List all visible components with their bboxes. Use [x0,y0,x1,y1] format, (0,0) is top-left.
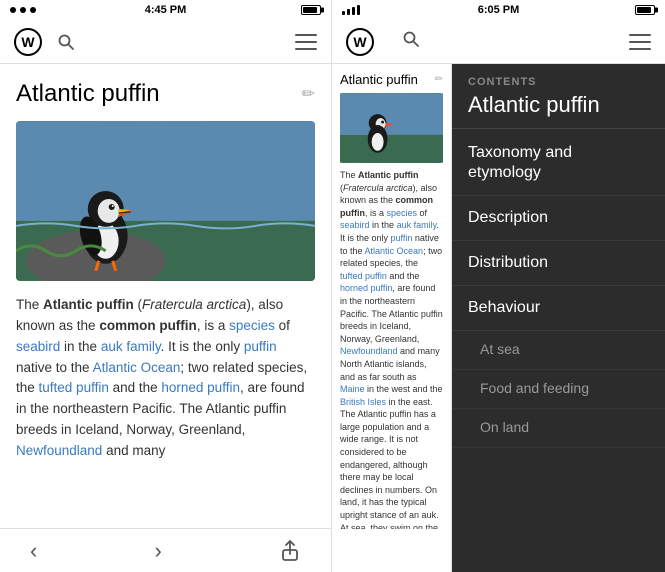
menu-icon-right[interactable] [629,34,651,50]
toc-items: Taxonomy and etymology Description Distr… [452,131,665,572]
battery-right [635,5,655,15]
toc-item-behaviour[interactable]: Behaviour [452,286,665,331]
nav-bar-left: W [0,20,331,64]
edit-icon-right[interactable]: ✏ [435,74,443,85]
nav-bar-right: W [332,20,665,64]
toc-article-title: Atlantic puffin [468,92,649,118]
bottom-bar-left: ‹ › [0,528,331,572]
article-col-image [340,93,443,163]
toc-divider [452,128,665,129]
time-left: 4:45 PM [145,4,187,16]
article-col-title: Atlantic puffin ✏ [340,72,443,87]
status-bar-right: 6:05 PM [332,0,665,20]
toc-item-food[interactable]: Food and feeding [452,370,665,409]
article-col-text: The Atlantic puffin (Fratercula arctica)… [340,169,443,529]
left-panel: 4:45 PM W Atlantic puffin ✏ [0,0,332,572]
toc-item-taxonomy[interactable]: Taxonomy and etymology [452,131,665,196]
share-button[interactable] [279,540,301,562]
article-text-left: The Atlantic puffin (Fratercula arctica)… [16,295,315,470]
article-content-left: Atlantic puffin ✏ [0,64,331,528]
wiki-logo-right[interactable]: W [346,28,374,56]
search-icon-left[interactable] [56,32,76,52]
right-content: Atlantic puffin ✏ The Atlantic puffin (F… [332,64,665,572]
article-title-row: Atlantic puffin ✏ [16,80,315,109]
toc-header: CONTENTS Atlantic puffin [452,64,665,128]
toc-panel: CONTENTS Atlantic puffin Taxonomy and et… [452,64,665,572]
article-image-left [16,121,315,281]
toc-item-at-sea[interactable]: At sea [452,331,665,370]
toc-label: CONTENTS [468,76,649,88]
wiki-logo-left[interactable]: W [14,28,42,56]
toc-item-description[interactable]: Description [452,196,665,241]
time-right: 6:05 PM [478,4,520,16]
back-button[interactable]: ‹ [30,538,37,564]
toc-item-distribution[interactable]: Distribution [452,241,665,286]
battery-left [301,5,321,15]
status-bar-left: 4:45 PM [0,0,331,20]
edit-icon-left[interactable]: ✏ [302,84,315,104]
signal-bars-right [342,5,360,15]
article-title-left: Atlantic puffin [16,80,160,109]
toc-item-on-land[interactable]: On land [452,409,665,448]
forward-button[interactable]: › [155,538,162,564]
signal-dots [10,7,36,13]
article-col-right: Atlantic puffin ✏ The Atlantic puffin (F… [332,64,452,572]
search-icon-right[interactable] [402,30,420,53]
right-panel: 6:05 PM W Atlantic puffin ✏ [332,0,665,572]
menu-icon-left[interactable] [295,34,317,50]
